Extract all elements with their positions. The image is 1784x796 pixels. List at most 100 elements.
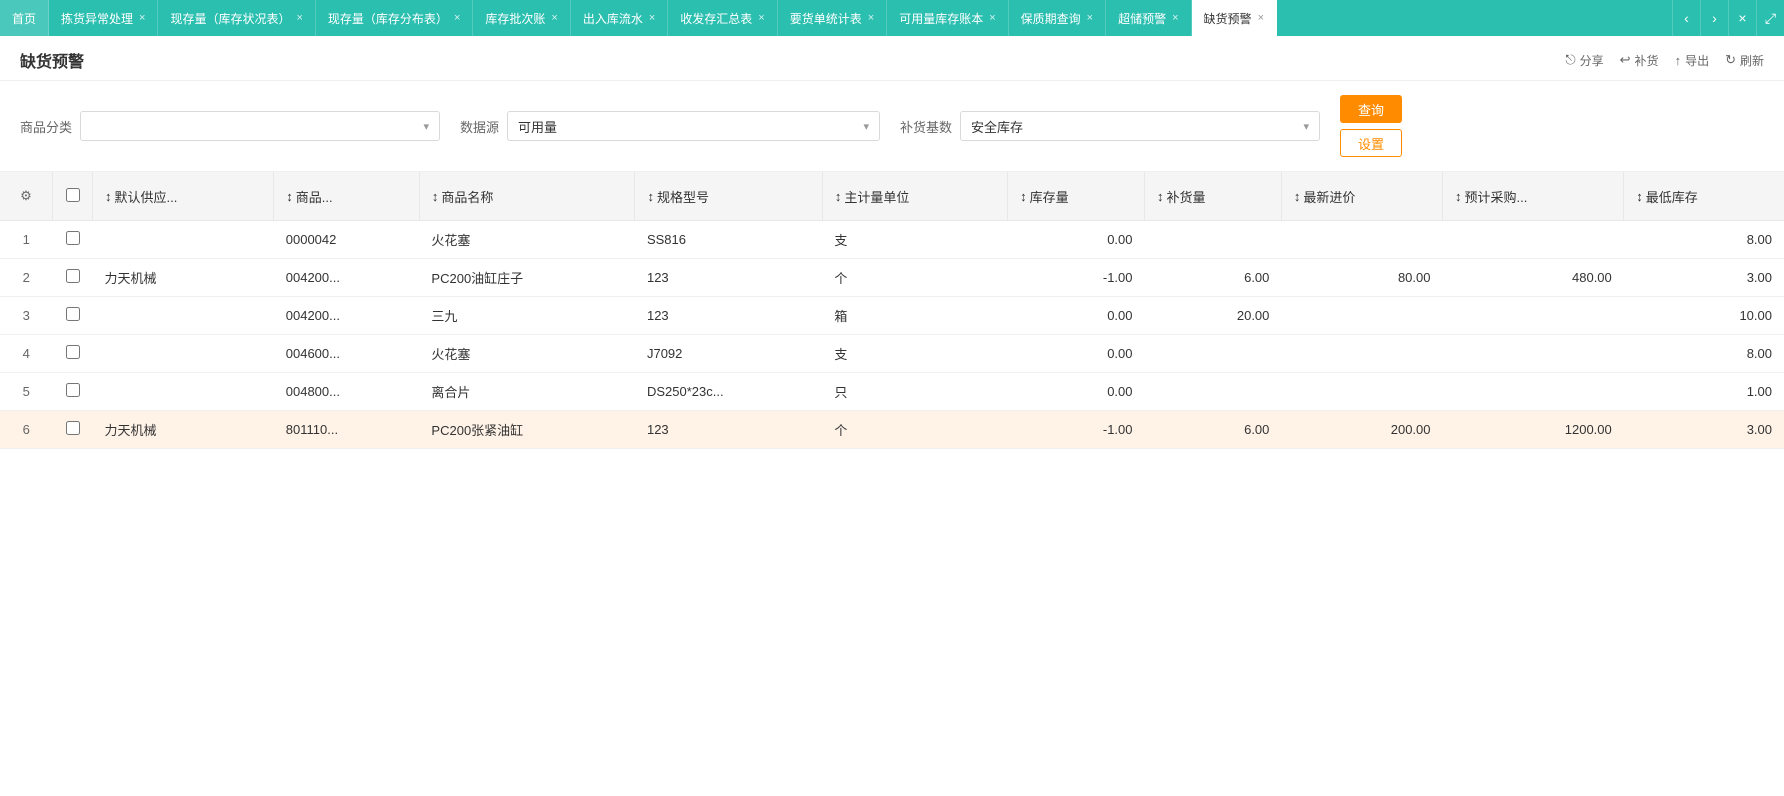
- share-button[interactable]: ⎋ 分享: [1565, 52, 1603, 69]
- datasource-dropdown-icon: ▾: [863, 120, 869, 133]
- select-all-checkbox[interactable]: [66, 188, 80, 202]
- row-checkbox[interactable]: [66, 269, 80, 283]
- th-spec-sort[interactable]: ↕ 规格型号: [647, 187, 709, 206]
- row-checkbox-cell: [53, 259, 93, 297]
- category-select[interactable]: ▾: [80, 111, 440, 141]
- row-checkbox-cell: [53, 411, 93, 449]
- est-purchase-cell: 1200.00: [1443, 411, 1624, 449]
- tab-close-icon[interactable]: ×: [454, 12, 460, 24]
- table-row: 4004600...火花塞J7092支0.008.00: [0, 335, 1784, 373]
- row-number: 6: [0, 411, 53, 449]
- goods-name-cell: PC200油缸庄子: [419, 259, 635, 297]
- th-min-stock-sort[interactable]: ↕ 最低库存: [1636, 187, 1698, 206]
- row-checkbox-cell: [53, 297, 93, 335]
- tab-item-req-stats[interactable]: 要货单统计表×: [778, 0, 887, 36]
- export-button[interactable]: ↑ 导出: [1675, 52, 1710, 69]
- unit-cell: 个: [822, 259, 1007, 297]
- tab-close-icon[interactable]: ×: [1258, 12, 1264, 24]
- th-goods-name-sort[interactable]: ↕ 商品名称: [432, 187, 494, 206]
- row-checkbox[interactable]: [66, 421, 80, 435]
- tab-prev-button[interactable]: ‹: [1672, 0, 1700, 36]
- filter-bar: 商品分类 ▾ 数据源 可用量 ▾ 补货基数 安全库存 ▾ 查询 设置: [0, 81, 1784, 172]
- tab-label: 缺货预警: [1204, 10, 1252, 27]
- tab-nav-buttons: ‹ › × ⤢: [1672, 0, 1784, 36]
- th-supplier-sort[interactable]: ↕ 默认供应...: [105, 187, 177, 206]
- replenish-base-dropdown-icon: ▾: [1303, 120, 1309, 133]
- th-unit-sort[interactable]: ↕ 主计量单位: [835, 187, 910, 206]
- tab-label: 现存量（库存分布表）: [328, 10, 448, 27]
- tab-item-available-ledger[interactable]: 可用量库存账本×: [887, 0, 1008, 36]
- est-purchase-cell: [1443, 221, 1624, 259]
- stock-cell: 0.00: [1008, 297, 1145, 335]
- min-stock-cell: 1.00: [1624, 373, 1784, 411]
- tab-item-shortage-warn[interactable]: 缺货预警 ×: [1192, 0, 1277, 36]
- tab-close-icon[interactable]: ×: [551, 12, 557, 24]
- page-content: 缺货预警 ⎋ 分享 ↩ 补货 ↑ 导出 ↻ 刷新 商品分类: [0, 36, 1784, 796]
- tab-label: 现存量（库存状况表）: [170, 10, 290, 27]
- th-latest-price-sort[interactable]: ↕ 最新进价: [1294, 187, 1356, 206]
- row-checkbox[interactable]: [66, 307, 80, 321]
- tab-item-inout-flow[interactable]: 出入库流水×: [571, 0, 668, 36]
- tab-item-batch-account[interactable]: 库存批次账 ×: [473, 0, 570, 36]
- supplier-cell: [93, 335, 274, 373]
- row-checkbox[interactable]: [66, 345, 80, 359]
- column-settings-button[interactable]: ⚙: [12, 182, 40, 210]
- tab-close-icon[interactable]: ×: [1087, 12, 1093, 24]
- tab-close-icon[interactable]: ×: [296, 12, 302, 24]
- tab-item-overstock-warn[interactable]: 超储预警×: [1106, 0, 1191, 36]
- tab-close-icon[interactable]: ×: [1172, 12, 1178, 24]
- spec-cell: 123: [635, 411, 822, 449]
- th-stock: ↕ 库存量: [1008, 172, 1145, 221]
- spec-cell: J7092: [635, 335, 822, 373]
- spec-cell: DS250*23c...: [635, 373, 822, 411]
- tab-item-expiry-query[interactable]: 保质期查询×: [1009, 0, 1106, 36]
- tab-item-receipt-summary[interactable]: 收发存汇总表×: [668, 0, 777, 36]
- stock-cell: -1.00: [1008, 411, 1145, 449]
- th-stock-sort[interactable]: ↕ 库存量: [1020, 187, 1069, 206]
- replenish-base-select[interactable]: 安全库存 ▾: [960, 111, 1320, 141]
- export-label: 导出: [1685, 52, 1709, 69]
- th-goods-name: ↕ 商品名称: [419, 172, 635, 221]
- th-unit-label: 主计量单位: [844, 187, 909, 206]
- replenish-cell: [1145, 373, 1282, 411]
- tab-close-icon[interactable]: ×: [758, 12, 764, 24]
- th-spec-label: 规格型号: [657, 187, 709, 206]
- setting-button[interactable]: 设置: [1340, 129, 1402, 157]
- replenish-button[interactable]: ↩ 补货: [1620, 52, 1659, 69]
- datasource-select[interactable]: 可用量 ▾: [507, 111, 880, 141]
- tab-close-icon[interactable]: ×: [649, 12, 655, 24]
- table-row: 2力天机械004200...PC200油缸庄子123个-1.006.0080.0…: [0, 259, 1784, 297]
- tab-next-button[interactable]: ›: [1700, 0, 1728, 36]
- est-purchase-cell: 480.00: [1443, 259, 1624, 297]
- unit-cell: 个: [822, 411, 1007, 449]
- tab-item-abnormal[interactable]: 拣货异常处理×: [49, 0, 158, 36]
- refresh-button[interactable]: ↻ 刷新: [1725, 52, 1764, 69]
- tab-close-icon[interactable]: ×: [989, 12, 995, 24]
- th-goods-code-sort[interactable]: ↕ 商品...: [286, 187, 332, 206]
- tab-close-all-button[interactable]: ×: [1728, 0, 1756, 36]
- tab-item-inventory-status[interactable]: 现存量（库存状况表） ×: [158, 0, 315, 36]
- goods-code-cell: 0000042: [274, 221, 420, 259]
- row-checkbox[interactable]: [66, 383, 80, 397]
- tab-item-home[interactable]: 首页: [0, 0, 49, 36]
- tab-close-icon[interactable]: ×: [139, 12, 145, 24]
- th-est-purchase-sort[interactable]: ↕ 预计采购...: [1455, 187, 1527, 206]
- tab-close-icon[interactable]: ×: [868, 12, 874, 24]
- tab-fullscreen-button[interactable]: ⤢: [1756, 0, 1784, 36]
- row-checkbox[interactable]: [66, 231, 80, 245]
- export-icon: ↑: [1675, 53, 1682, 68]
- tab-label: 库存批次账: [485, 10, 545, 27]
- replenish-base-label: 补货基数: [900, 117, 952, 136]
- supplier-cell: [93, 373, 274, 411]
- category-dropdown-icon: ▾: [423, 120, 429, 133]
- latest-price-cell: [1281, 335, 1442, 373]
- filter-action-buttons: 查询 设置: [1340, 95, 1402, 157]
- th-replenish-sort[interactable]: ↕ 补货量: [1157, 187, 1206, 206]
- spec-cell: 123: [635, 297, 822, 335]
- tab-bar: 首页拣货异常处理×现存量（库存状况表）×现存量（库存分布表）×库存批次账×出入库…: [0, 0, 1784, 36]
- tab-item-inventory-dist[interactable]: 现存量（库存分布表） ×: [316, 0, 473, 36]
- replenish-label: 补货: [1635, 52, 1659, 69]
- query-button[interactable]: 查询: [1340, 95, 1402, 123]
- latest-price-cell: [1281, 297, 1442, 335]
- datasource-filter-group: 数据源 可用量 ▾: [460, 111, 880, 141]
